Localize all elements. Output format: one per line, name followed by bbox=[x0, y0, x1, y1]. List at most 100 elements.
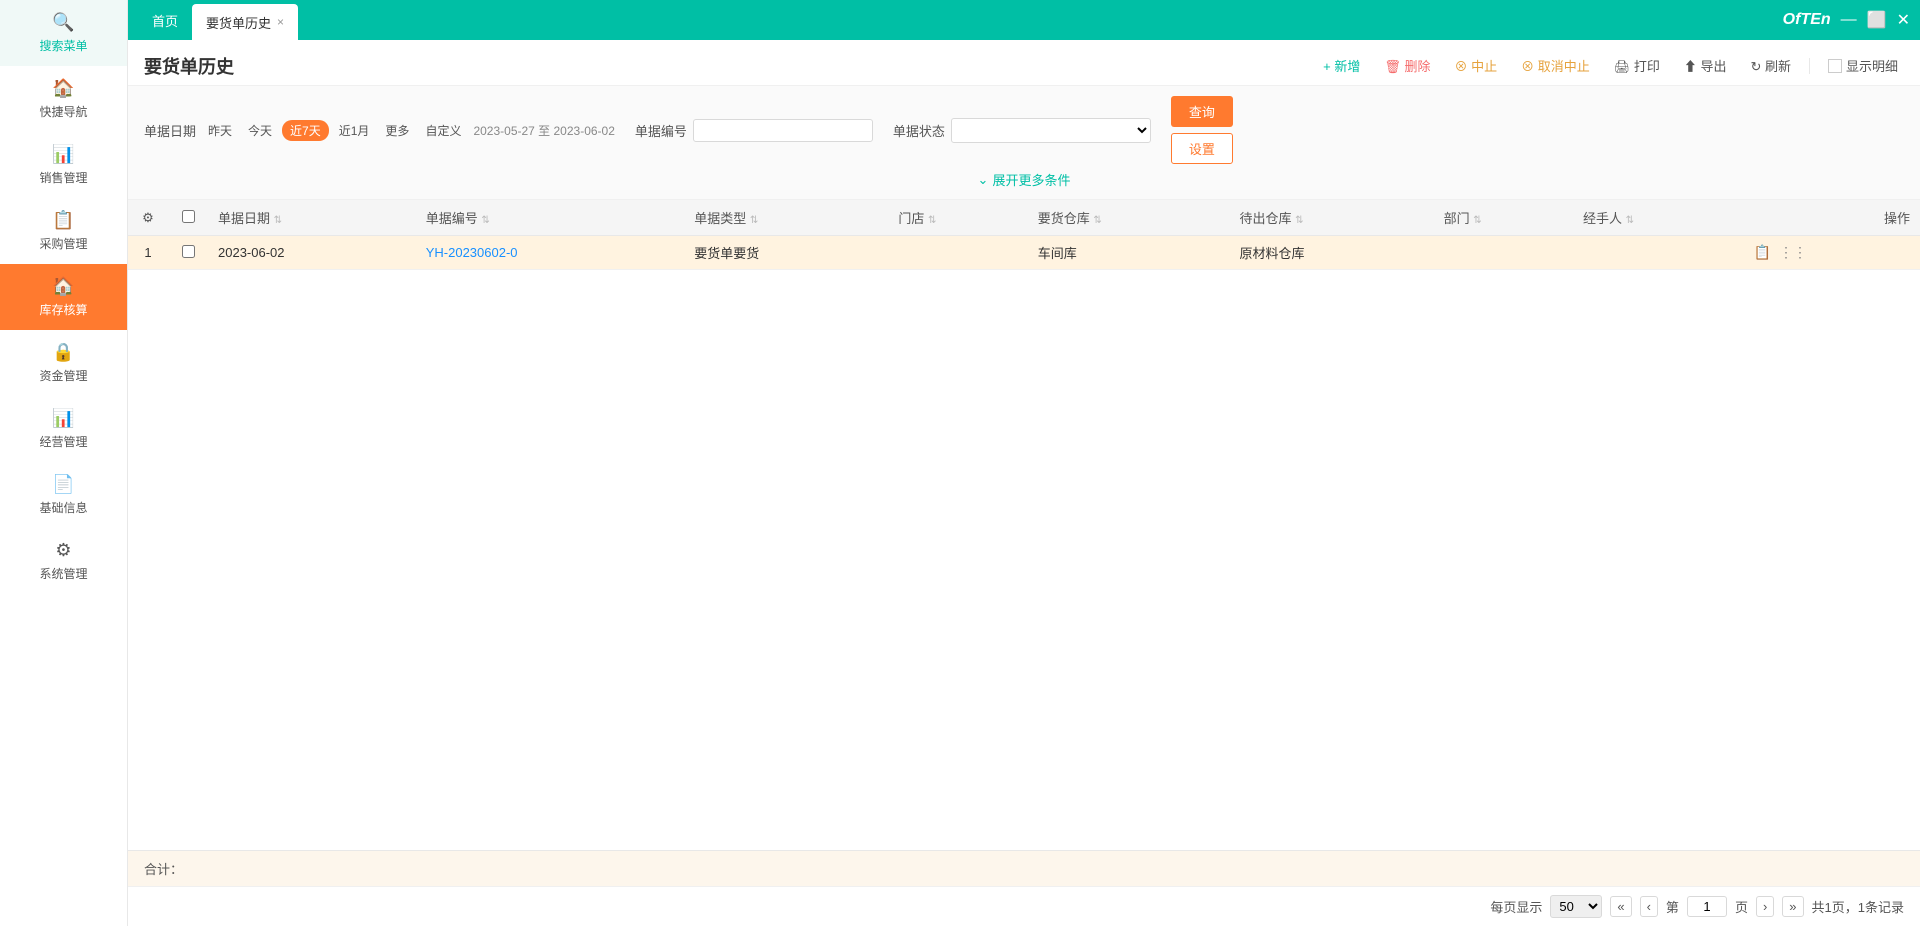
sidebar-item-quick-nav[interactable]: 🏠 快捷导航 bbox=[0, 66, 127, 132]
expand-icon: ⌄ bbox=[978, 172, 989, 188]
query-button[interactable]: 查询 bbox=[1171, 96, 1233, 127]
data-table: ⚙ 单据日期 ⇅ 单据编号 ⇅ bbox=[128, 200, 1920, 270]
col-settings[interactable]: ⚙ bbox=[128, 200, 168, 236]
prev-page-button[interactable]: ‹ bbox=[1640, 896, 1658, 917]
col-doc-no[interactable]: 单据编号 ⇅ bbox=[416, 200, 684, 236]
topbar-minimize-icon[interactable]: — bbox=[1841, 11, 1857, 29]
summary-label: 合计： bbox=[144, 862, 183, 877]
row-doc-type: 要货单要货 bbox=[684, 236, 888, 270]
refresh-button[interactable]: ↻ 刷新 bbox=[1744, 52, 1797, 79]
page-number-input[interactable] bbox=[1687, 896, 1727, 917]
export-button[interactable]: ⬆ 导出 bbox=[1678, 52, 1733, 79]
sidebar-item-search-menu[interactable]: 🔍 搜索菜单 bbox=[0, 0, 127, 66]
col-doc-date-sort-icon[interactable]: ⇅ bbox=[274, 215, 282, 226]
col-pending-warehouse-sort-icon[interactable]: ⇅ bbox=[1295, 215, 1303, 226]
base-info-icon: 📄 bbox=[52, 474, 74, 495]
date-filter-7days[interactable]: 近7天 bbox=[282, 120, 329, 141]
col-dept-sort-icon[interactable]: ⇅ bbox=[1473, 215, 1481, 226]
date-filter-1month[interactable]: 近1月 bbox=[333, 120, 376, 141]
col-store[interactable]: 门店 ⇅ bbox=[888, 200, 1027, 236]
sidebar-item-sys-mgmt[interactable]: ⚙ 系统管理 bbox=[0, 528, 127, 594]
table-container: ⚙ 单据日期 ⇅ 单据编号 ⇅ bbox=[128, 200, 1920, 850]
finance-mgmt-icon: 🔒 bbox=[52, 342, 74, 363]
sidebar-item-ops-mgmt[interactable]: 📊 经营管理 bbox=[0, 396, 127, 462]
date-filter-yesterday[interactable]: 昨天 bbox=[202, 120, 238, 141]
sidebar-item-purchase-mgmt[interactable]: 📋 采购管理 bbox=[0, 198, 127, 264]
stop-button[interactable]: ⊗ 中止 bbox=[1448, 52, 1503, 79]
row-edit-icon[interactable]: 📋 bbox=[1754, 244, 1771, 261]
date-filter-label: 单据日期 bbox=[144, 121, 196, 140]
topbar-maximize-icon[interactable]: ⬜ bbox=[1867, 10, 1887, 30]
next-page-button[interactable]: › bbox=[1756, 896, 1774, 917]
col-doc-no-sort-icon[interactable]: ⇅ bbox=[481, 215, 489, 226]
last-page-button[interactable]: » bbox=[1782, 896, 1803, 917]
quick-nav-icon: 🏠 bbox=[52, 78, 74, 99]
print-button[interactable]: 🖨 打印 bbox=[1608, 52, 1666, 79]
col-pending-warehouse[interactable]: 待出仓库 ⇅ bbox=[1230, 200, 1434, 236]
table-row: 1 2023-06-02 YH-20230602-0 要货单要货 车间库 原材料… bbox=[128, 236, 1920, 270]
col-handler-sort-icon[interactable]: ⇅ bbox=[1626, 215, 1634, 226]
date-filter-custom[interactable]: 自定义 bbox=[419, 120, 467, 141]
sidebar-item-sales-mgmt[interactable]: 📊 销售管理 bbox=[0, 132, 127, 198]
row-pending-warehouse: 原材料仓库 bbox=[1230, 236, 1434, 270]
col-handler-label: 经手人 bbox=[1583, 211, 1622, 226]
col-doc-date[interactable]: 单据日期 ⇅ bbox=[208, 200, 416, 236]
col-doc-no-label: 单据编号 bbox=[426, 211, 478, 226]
row-doc-no-link[interactable]: YH-20230602-0 bbox=[426, 245, 518, 260]
search-menu-icon: 🔍 bbox=[52, 12, 74, 33]
tab-home[interactable]: 首页 bbox=[138, 0, 192, 40]
row-action-icons: 📋 ⋮⋮ bbox=[1754, 244, 1910, 261]
doc-status-select[interactable] bbox=[951, 118, 1151, 143]
page-label-first: 第 bbox=[1666, 897, 1679, 916]
show-detail-checkbox[interactable] bbox=[1828, 59, 1842, 73]
col-store-sort-icon[interactable]: ⇅ bbox=[928, 215, 936, 226]
doc-no-input[interactable] bbox=[693, 119, 873, 142]
row-select-checkbox[interactable] bbox=[182, 245, 195, 258]
first-page-button[interactable]: « bbox=[1610, 896, 1631, 917]
sidebar-item-finance-mgmt[interactable]: 🔒 资金管理 bbox=[0, 330, 127, 396]
doc-status-filter-group: 单据状态 bbox=[893, 118, 1151, 143]
topbar-close-icon[interactable]: ✕ bbox=[1897, 10, 1910, 30]
tab-active[interactable]: 要货单历史 × bbox=[192, 4, 298, 40]
cancel-stop-button[interactable]: ⊗ 取消中止 bbox=[1515, 52, 1596, 79]
date-filter-today[interactable]: 今天 bbox=[242, 120, 278, 141]
filter-area: 单据日期 昨天 今天 近7天 近1月 更多 自定义 2023-05-27 至 2… bbox=[128, 86, 1920, 200]
toolbar: + 新增 🗑 删除 ⊗ 中止 ⊗ 取消中止 🖨 打印 ⬆ 导出 ↻ 刷新 显示明… bbox=[1317, 52, 1904, 79]
doc-no-filter-group: 单据编号 bbox=[635, 119, 873, 142]
row-store bbox=[888, 236, 1027, 270]
purchase-mgmt-icon: 📋 bbox=[52, 210, 74, 231]
col-doc-type-label: 单据类型 bbox=[694, 211, 746, 226]
brand-text: OfTEn bbox=[1783, 11, 1831, 29]
page-size-select[interactable]: 50 20 100 bbox=[1550, 895, 1602, 918]
col-doc-type[interactable]: 单据类型 ⇅ bbox=[684, 200, 888, 236]
content-area: 要货单历史 + 新增 🗑 删除 ⊗ 中止 ⊗ 取消中止 🖨 打印 ⬆ 导出 ↻ … bbox=[128, 40, 1920, 926]
pagination: 每页显示 50 20 100 « ‹ 第 页 › » 共1页，1条记录 bbox=[128, 886, 1920, 926]
col-dept[interactable]: 部门 ⇅ bbox=[1434, 200, 1573, 236]
sidebar-item-base-info[interactable]: 📄 基础信息 bbox=[0, 462, 127, 528]
table-header-row: ⚙ 单据日期 ⇅ 单据编号 ⇅ bbox=[128, 200, 1920, 236]
tab-close-icon[interactable]: × bbox=[277, 15, 284, 29]
new-button[interactable]: + 新增 bbox=[1317, 52, 1366, 79]
col-store-label: 门店 bbox=[898, 211, 924, 226]
total-info: 共1页，1条记录 bbox=[1812, 897, 1904, 916]
sales-mgmt-icon: 📊 bbox=[52, 144, 74, 165]
col-doc-type-sort-icon[interactable]: ⇅ bbox=[750, 215, 758, 226]
row-more-icon[interactable]: ⋮⋮ bbox=[1779, 244, 1807, 261]
expand-filter-button[interactable]: ⌄ 展开更多条件 bbox=[978, 170, 1071, 189]
show-detail-button[interactable]: 显示明细 bbox=[1822, 52, 1904, 79]
settings-button[interactable]: 设置 bbox=[1171, 133, 1233, 164]
delete-button[interactable]: 🗑 删除 bbox=[1378, 52, 1436, 79]
select-all-checkbox[interactable] bbox=[182, 210, 195, 223]
topbar: 首页 要货单历史 × OfTEn — ⬜ ✕ bbox=[128, 0, 1920, 40]
sidebar: 🔍 搜索菜单 🏠 快捷导航 📊 销售管理 📋 采购管理 🏠 库存核算 🔒 资金管… bbox=[0, 0, 128, 926]
row-doc-no[interactable]: YH-20230602-0 bbox=[416, 236, 684, 270]
row-checkbox[interactable] bbox=[168, 236, 208, 270]
col-req-warehouse[interactable]: 要货仓库 ⇅ bbox=[1028, 200, 1230, 236]
col-checkbox[interactable] bbox=[168, 200, 208, 236]
date-filter-more[interactable]: 更多 bbox=[379, 120, 415, 141]
col-req-warehouse-sort-icon[interactable]: ⇅ bbox=[1093, 215, 1101, 226]
settings-col-icon[interactable]: ⚙ bbox=[142, 210, 154, 225]
col-handler[interactable]: 经手人 ⇅ bbox=[1573, 200, 1744, 236]
sidebar-item-inventory[interactable]: 🏠 库存核算 bbox=[0, 264, 127, 330]
row-handler bbox=[1573, 236, 1744, 270]
